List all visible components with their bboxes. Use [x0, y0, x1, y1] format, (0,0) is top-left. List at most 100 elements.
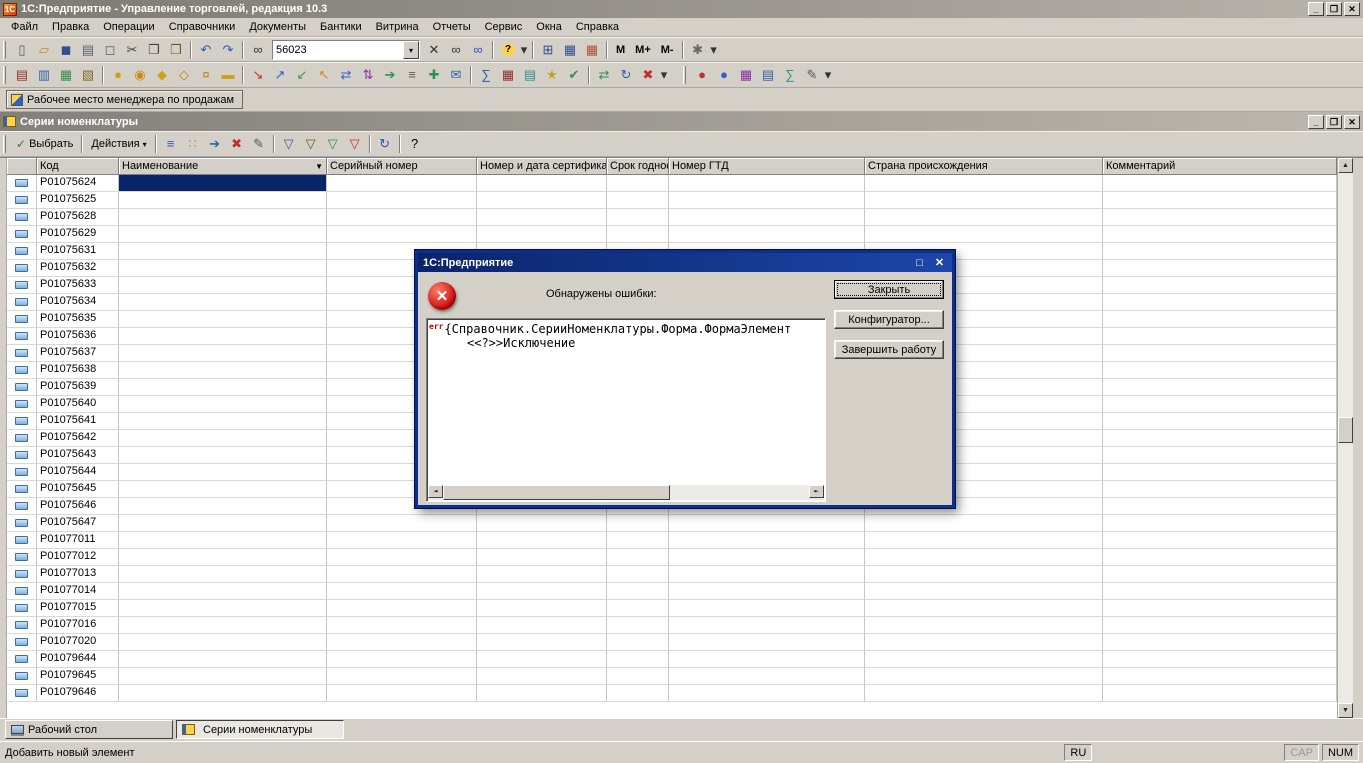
cell-name[interactable]	[119, 413, 327, 430]
goods-issue-icon[interactable]: ↗	[269, 64, 291, 86]
cell-origin-country[interactable]	[865, 549, 1103, 566]
cell-comment[interactable]	[1103, 209, 1337, 226]
cell-certificate[interactable]	[477, 175, 607, 192]
sales-journal-icon[interactable]: ▥	[33, 64, 55, 86]
table-row[interactable]: P01077011	[7, 532, 1337, 549]
cell-certificate[interactable]	[477, 209, 607, 226]
cell-certificate[interactable]	[477, 651, 607, 668]
cell-origin-country[interactable]	[865, 566, 1103, 583]
row-marker-cell[interactable]	[7, 294, 37, 311]
cell-certificate[interactable]	[477, 634, 607, 651]
scrollbar-thumb[interactable]	[443, 485, 670, 500]
table-row[interactable]: P01075625	[7, 192, 1337, 209]
suppliers-icon[interactable]: ●	[713, 64, 735, 86]
cell-comment[interactable]	[1103, 379, 1337, 396]
scroll-down-button[interactable]: ▼	[1338, 703, 1353, 718]
cell-shelf-life[interactable]	[607, 685, 669, 702]
menu-bantiki[interactable]: Бантики	[313, 19, 369, 35]
calendar-icon[interactable]: ▦	[581, 39, 603, 61]
cell-name[interactable]	[119, 209, 327, 226]
cell-name[interactable]	[119, 481, 327, 498]
cell-origin-country[interactable]	[865, 192, 1103, 209]
cell-name[interactable]	[119, 617, 327, 634]
cell-certificate[interactable]	[477, 515, 607, 532]
table-row[interactable]: P01075629	[7, 226, 1337, 243]
cell-certificate[interactable]	[477, 532, 607, 549]
price-journal-icon[interactable]: ▧	[77, 64, 99, 86]
cell-code[interactable]: P01075631	[37, 243, 119, 260]
toolbar-grip[interactable]	[3, 66, 6, 84]
table-row[interactable]: P01077012	[7, 549, 1337, 566]
column-header-certificate[interactable]: Номер и дата сертификата	[477, 158, 607, 175]
cell-certificate[interactable]	[477, 192, 607, 209]
cell-origin-country[interactable]	[865, 209, 1103, 226]
hierarchy-view-icon[interactable]: ≡	[160, 133, 182, 155]
cell-code[interactable]: P01075638	[37, 362, 119, 379]
cell-shelf-life[interactable]	[607, 515, 669, 532]
cell-comment[interactable]	[1103, 617, 1337, 634]
menu-documents[interactable]: Документы	[242, 19, 313, 35]
memory-minus-button[interactable]: М-	[656, 39, 679, 61]
quick-search-combo[interactable]: ▾	[272, 39, 420, 60]
delete-marked-icon[interactable]: ✖	[637, 64, 659, 86]
cell-certificate[interactable]	[477, 566, 607, 583]
cell-gtd-number[interactable]	[669, 209, 865, 226]
show-grid-icon[interactable]: ▦	[559, 39, 581, 61]
issue-return-icon[interactable]: ↖	[313, 64, 335, 86]
cell-code[interactable]: P01077012	[37, 549, 119, 566]
restore-button[interactable]: ❐	[1326, 2, 1342, 16]
row-marker-cell[interactable]	[7, 175, 37, 192]
cell-shelf-life[interactable]	[607, 634, 669, 651]
goods-posting-icon[interactable]: ➔	[379, 64, 401, 86]
toolbar-grip[interactable]	[3, 135, 6, 153]
menu-file[interactable]: Файл	[4, 19, 45, 35]
table-row[interactable]: P01079644	[7, 651, 1337, 668]
scrollbar-track[interactable]	[1338, 173, 1353, 703]
cell-shelf-life[interactable]	[607, 192, 669, 209]
cell-gtd-number[interactable]	[669, 617, 865, 634]
cell-comment[interactable]	[1103, 328, 1337, 345]
cell-comment[interactable]	[1103, 583, 1337, 600]
row-marker-cell[interactable]	[7, 515, 37, 532]
tree-levels-icon[interactable]: ∷	[182, 133, 204, 155]
cell-comment[interactable]	[1103, 634, 1337, 651]
help-icon[interactable]: ?	[404, 133, 426, 155]
cell-comment[interactable]	[1103, 362, 1337, 379]
row-marker-cell[interactable]	[7, 362, 37, 379]
toolbar-grip[interactable]	[3, 40, 6, 59]
customers-icon[interactable]: ●	[691, 64, 713, 86]
cell-comment[interactable]	[1103, 192, 1337, 209]
scrollbar-thumb[interactable]	[1338, 416, 1353, 443]
menu-catalogs[interactable]: Справочники	[162, 19, 243, 35]
cell-certificate[interactable]	[477, 549, 607, 566]
cell-code[interactable]: P01079644	[37, 651, 119, 668]
update-icon[interactable]: ↻	[615, 64, 637, 86]
managers-report-icon[interactable]: ▦	[735, 64, 757, 86]
actions-menu-button[interactable]: Действия ▾	[86, 133, 151, 155]
configurator-button[interactable]: Конфигуратор...	[834, 310, 944, 329]
cell-name[interactable]	[119, 379, 327, 396]
cell-origin-country[interactable]	[865, 617, 1103, 634]
column-header-gtd-number[interactable]: Номер ГТД	[669, 158, 865, 175]
customer-order-icon[interactable]: ✚	[423, 64, 445, 86]
row-marker-cell[interactable]	[7, 226, 37, 243]
cell-code[interactable]: P01075644	[37, 464, 119, 481]
cell-gtd-number[interactable]	[669, 515, 865, 532]
cell-gtd-number[interactable]	[669, 566, 865, 583]
column-header-name[interactable]: Наименование ▼	[119, 158, 327, 175]
clear-find-icon[interactable]: ✕	[423, 39, 445, 61]
cell-serial-number[interactable]	[327, 566, 477, 583]
cell-gtd-number[interactable]	[669, 175, 865, 192]
cell-code[interactable]: P01077013	[37, 566, 119, 583]
print-preview-icon[interactable]: ◻	[99, 39, 121, 61]
cell-name[interactable]	[119, 498, 327, 515]
move-to-group-icon[interactable]: ➔	[204, 133, 226, 155]
find-in-list-icon[interactable]: ∞	[467, 39, 489, 61]
purchases-journal-icon[interactable]: ▦	[55, 64, 77, 86]
scroll-up-button[interactable]: ▲	[1338, 158, 1353, 173]
cash-book-icon[interactable]: ▤	[11, 64, 33, 86]
cell-comment[interactable]	[1103, 311, 1337, 328]
filter-clear-icon[interactable]: ▽	[344, 133, 366, 155]
scroll-left-button[interactable]: ◄	[428, 485, 443, 498]
row-marker-cell[interactable]	[7, 668, 37, 685]
